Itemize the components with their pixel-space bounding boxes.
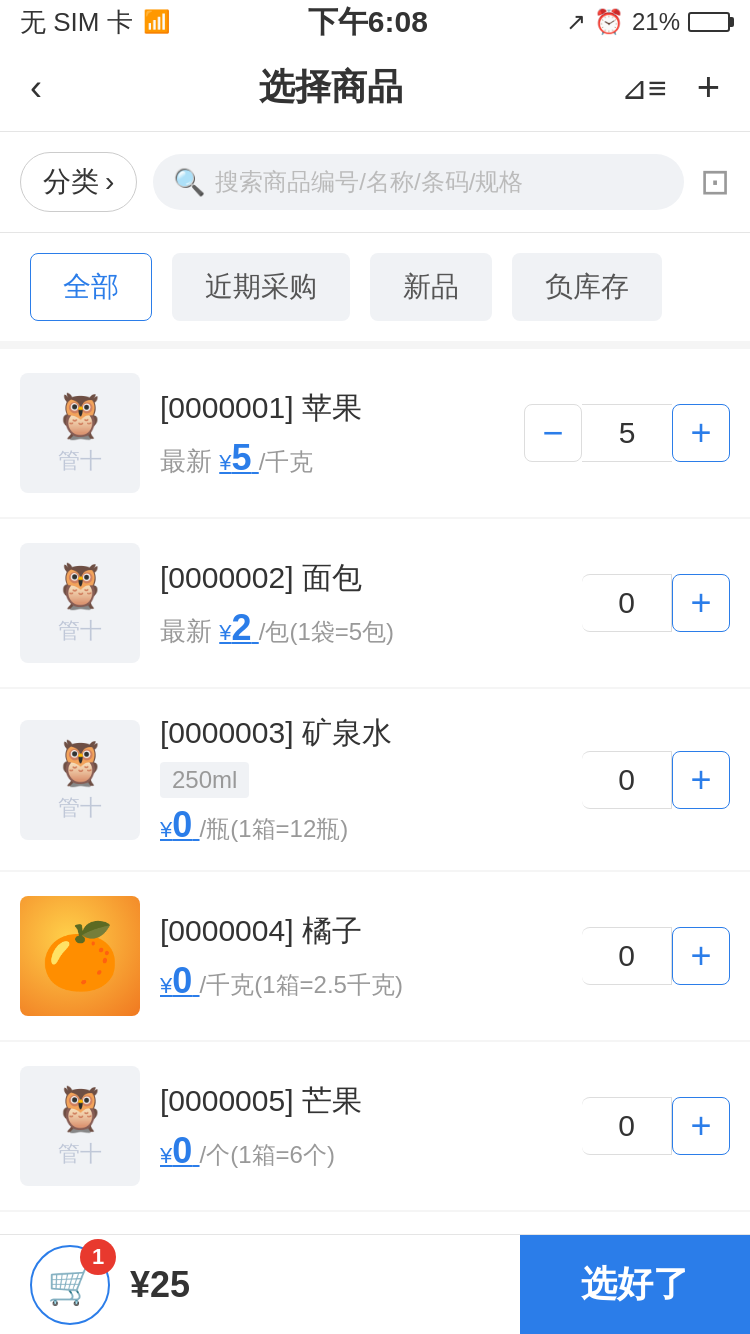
nav-right: ⊿≡ + [621,65,720,110]
location-icon: ↗ [566,8,586,36]
cart-total: ¥25 [130,1264,190,1306]
cart-area: 🛒 1 ¥25 [0,1245,520,1325]
product-price-3: ¥0 /千克(1箱=2.5千克) [160,960,562,1002]
cart-badge: 1 [80,1239,116,1275]
list-item: 🦉 管十 [0000003] 矿泉水 250ml ¥0 /瓶(1箱=12瓶) + [0,689,750,870]
filter-icon[interactable]: ⊿≡ [621,69,667,107]
quantity-control-2: + [582,751,730,809]
product-info-4: [0000005] 芒果 ¥0 /个(1箱=6个) [160,1081,562,1172]
product-name-2: [0000003] 矿泉水 [160,713,562,754]
list-item: 🦉 管十 [0000001] 苹果 最新 ¥5 /千克 − + [0,349,750,517]
increment-button-1[interactable]: + [672,574,730,632]
product-info-0: [0000001] 苹果 最新 ¥5 /千克 [160,388,504,479]
status-bar: 无 SIM 卡 📶 下午6:08 ↗ ⏰ 21% [0,0,750,44]
list-item: 🦉 管十 [0000002] 面包 最新 ¥2 /包(1袋=5包) + [0,519,750,687]
product-name-1: [0000002] 面包 [160,558,562,599]
product-spec-2: 250ml [160,762,249,798]
product-price-4: ¥0 /个(1箱=6个) [160,1130,562,1172]
search-icon: 🔍 [173,167,205,198]
tab-all[interactable]: 全部 [30,253,152,321]
increment-button-4[interactable]: + [672,1097,730,1155]
product-list: 🦉 管十 [0000001] 苹果 最新 ¥5 /千克 − + 🦉 管十 [0,349,750,1334]
increment-button-0[interactable]: + [672,404,730,462]
product-price-1: 最新 ¥2 /包(1袋=5包) [160,607,562,649]
quantity-input-2[interactable] [582,751,672,809]
status-right: ↗ ⏰ 21% [566,8,730,36]
quantity-input-3[interactable] [582,927,672,985]
back-button[interactable]: ‹ [30,67,42,109]
nav-bar: ‹ 选择商品 ⊿≡ + [0,44,750,132]
quantity-input-0[interactable] [582,404,672,462]
placeholder-owl-icon: 🦉 [53,737,108,789]
tab-negative[interactable]: 负库存 [512,253,662,321]
product-image-1: 🦉 管十 [20,543,140,663]
product-image-0: 🦉 管十 [20,373,140,493]
quantity-control-4: + [582,1097,730,1155]
product-name-4: [0000005] 芒果 [160,1081,562,1122]
battery-percent: 21% [632,8,680,36]
placeholder-owl-icon: 🦉 [53,560,108,612]
search-box[interactable]: 🔍 搜索商品编号/名称/条码/规格 [153,154,684,210]
nav-left: ‹ [30,67,42,109]
quantity-control-3: + [582,927,730,985]
filter-bar: 分类 › 🔍 搜索商品编号/名称/条码/规格 ⊡ [0,132,750,233]
cart-icon-wrap[interactable]: 🛒 1 [30,1245,110,1325]
list-item: 🦉 管十 [0000005] 芒果 ¥0 /个(1箱=6个) + [0,1042,750,1210]
alarm-icon: ⏰ [594,8,624,36]
product-info-3: [0000004] 橘子 ¥0 /千克(1箱=2.5千克) [160,911,562,1002]
add-button[interactable]: + [697,65,720,110]
confirm-button[interactable]: 选好了 [520,1235,750,1335]
scan-icon[interactable]: ⊡ [700,161,730,203]
product-price-2: ¥0 /瓶(1箱=12瓶) [160,804,562,846]
battery-icon [688,12,730,32]
tab-new[interactable]: 新品 [370,253,492,321]
carrier-text: 无 SIM 卡 [20,5,133,40]
chevron-right-icon: › [105,166,114,198]
page-title: 选择商品 [259,63,403,112]
product-image-4: 🦉 管十 [20,1066,140,1186]
quantity-control-0: − + [524,404,730,462]
category-button[interactable]: 分类 › [20,152,137,212]
wifi-icon: 📶 [143,9,170,35]
increment-button-2[interactable]: + [672,751,730,809]
product-image-3: 🍊 [20,896,140,1016]
quantity-input-1[interactable] [582,574,672,632]
tab-bar: 全部 近期采购 新品 负库存 [0,233,750,349]
tab-recent[interactable]: 近期采购 [172,253,350,321]
bottom-bar: 🛒 1 ¥25 选好了 [0,1234,750,1334]
increment-button-3[interactable]: + [672,927,730,985]
status-left: 无 SIM 卡 📶 [20,5,170,40]
placeholder-owl-icon: 🦉 [53,1083,108,1135]
placeholder-owl-icon: 🦉 [53,390,108,442]
product-image-2: 🦉 管十 [20,720,140,840]
decrement-button-0[interactable]: − [524,404,582,462]
product-name-0: [0000001] 苹果 [160,388,504,429]
quantity-input-4[interactable] [582,1097,672,1155]
quantity-control-1: + [582,574,730,632]
list-item: 🍊 [0000004] 橘子 ¥0 /千克(1箱=2.5千克) + [0,872,750,1040]
product-name-3: [0000004] 橘子 [160,911,562,952]
product-price-0: 最新 ¥5 /千克 [160,437,504,479]
search-placeholder: 搜索商品编号/名称/条码/规格 [215,166,523,198]
product-info-1: [0000002] 面包 最新 ¥2 /包(1袋=5包) [160,558,562,649]
status-time: 下午6:08 [308,2,428,43]
product-info-2: [0000003] 矿泉水 250ml ¥0 /瓶(1箱=12瓶) [160,713,562,846]
